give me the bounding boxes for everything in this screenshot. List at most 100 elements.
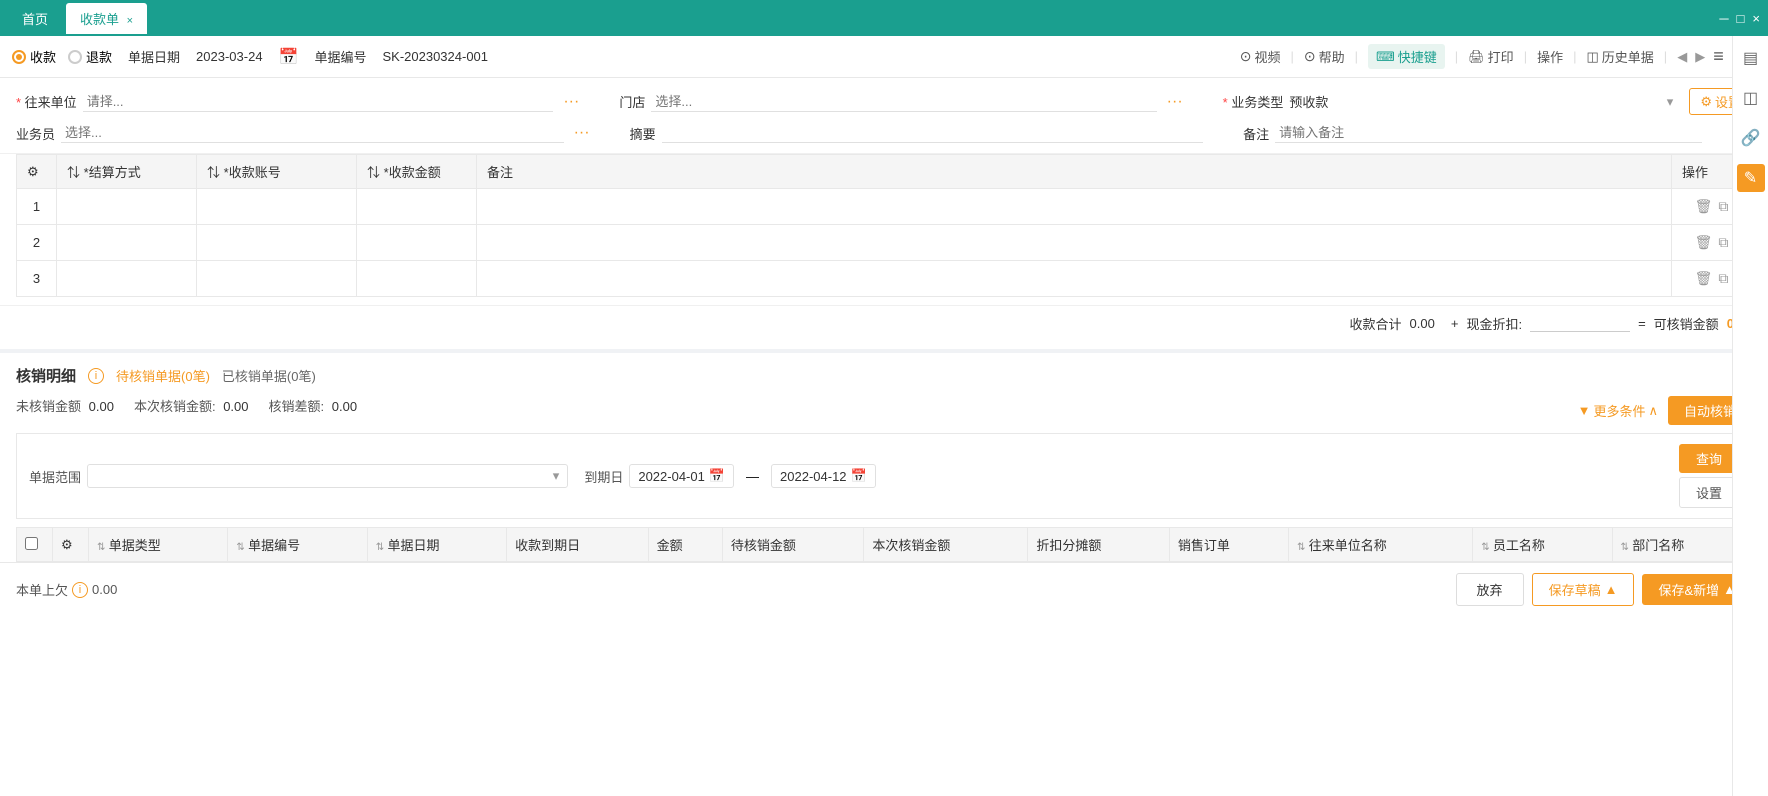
calendar-from-icon[interactable]: 📅 [709, 468, 725, 484]
row-2-account[interactable] [197, 225, 357, 261]
action-ops[interactable]: 操作 [1537, 47, 1563, 66]
row-3-copy-icon[interactable]: ⧉ [1718, 270, 1728, 287]
available-label: 可核销金额 [1654, 314, 1719, 333]
radio-refund-circle [68, 50, 82, 64]
query-button[interactable]: 查询 [1679, 444, 1739, 473]
nav-tab-home[interactable]: 首页 [8, 3, 62, 34]
row-2-delete-icon[interactable]: 🗑 [1695, 234, 1713, 251]
filter-icon: ▼ [1578, 403, 1591, 418]
nav-tab-close-icon[interactable]: × [127, 15, 133, 27]
remark-input[interactable] [1275, 123, 1702, 143]
due-label: 到期日 [584, 467, 623, 486]
action-help[interactable]: ⊙ 帮助 [1304, 47, 1345, 66]
row-1-num: 1 [17, 189, 57, 225]
row-1-remark[interactable] [477, 189, 1672, 225]
row-2-method[interactable] [57, 225, 197, 261]
row-3-account[interactable] [197, 261, 357, 297]
bottom-col-settings-header[interactable]: ⚙ [53, 528, 89, 562]
calendar-icon[interactable]: 📅 [279, 47, 299, 67]
row-3-amount[interactable] [357, 261, 477, 297]
save-draft-chevron-icon[interactable]: ▲ [1605, 582, 1618, 597]
store-input[interactable] [651, 92, 1156, 112]
tab-done[interactable]: 已核销单据(0笔) [222, 366, 316, 385]
date-value: 2023-03-24 [196, 49, 263, 64]
reconcile-info-row: 未核销金额 0.00 本次核销金额: 0.00 核销差额: 0.00 [16, 396, 357, 415]
calendar-to-icon[interactable]: 📅 [851, 468, 867, 484]
row-1-account[interactable] [197, 189, 357, 225]
maximize-icon[interactable]: □ [1737, 11, 1745, 26]
row-1-amount[interactable] [357, 189, 477, 225]
top-nav: 首页 收款单 × ─ □ × [0, 0, 1768, 36]
bottom-col-due-header: 收款到期日 [507, 528, 649, 562]
bottom-col-check-header[interactable] [17, 528, 53, 562]
abandon-button[interactable]: 放弃 [1456, 573, 1524, 606]
window-controls: ─ □ × [1719, 11, 1760, 26]
more-filter-link[interactable]: ▼ 更多条件 ∧ [1578, 401, 1658, 420]
range-select[interactable]: ▾ [87, 464, 568, 488]
row-1-copy-icon[interactable]: ⧉ [1718, 198, 1728, 215]
right-panel-icon-4[interactable]: ✎ [1737, 164, 1765, 192]
settings-gear-icon: ⚙ [1700, 94, 1712, 110]
layout-icon[interactable]: ≡ [1713, 46, 1724, 67]
date-to-input[interactable]: 2022-04-12 📅 [771, 464, 876, 488]
row-2-amount[interactable] [357, 225, 477, 261]
tab-pending[interactable]: 待核销单据(0笔) [116, 366, 210, 385]
staff-more-icon[interactable]: ··· [574, 124, 590, 142]
table-row: 2 🗑 ⧉ [17, 225, 1752, 261]
video-icon: ⊙ [1240, 48, 1252, 65]
number-label: 单据编号 [314, 47, 366, 66]
sort-icon: ⇅ [207, 165, 220, 180]
chevron-up-icon: ∧ [1648, 403, 1658, 419]
biztype-label: 业务类型 [1223, 92, 1284, 111]
radio-receive[interactable]: 收款 [12, 47, 56, 66]
plus-sign: + [1451, 316, 1459, 331]
right-panel-icon-2[interactable]: ◫ [1737, 84, 1765, 112]
biztype-dropdown-icon[interactable]: ▾ [1667, 94, 1674, 110]
row-2-remark[interactable] [477, 225, 1672, 261]
bottom-info: 本单上欠 i 0.00 [16, 580, 117, 599]
row-2-copy-icon[interactable]: ⧉ [1718, 234, 1728, 251]
staff-label: 业务员 [16, 124, 55, 143]
row-1-delete-icon[interactable]: 🗑 [1695, 198, 1713, 215]
filter-settings-button[interactable]: 设置 [1679, 477, 1739, 508]
nav-tab-receipt[interactable]: 收款单 × [66, 3, 147, 34]
radio-refund[interactable]: 退款 [68, 47, 112, 66]
bottom-col-order-header: 销售订单 [1169, 528, 1288, 562]
partner-input[interactable] [83, 92, 554, 112]
row-3-delete-icon[interactable]: 🗑 [1695, 270, 1713, 287]
partner-more-icon[interactable]: ··· [563, 93, 579, 111]
nav-left-icon[interactable]: ◀ [1677, 49, 1687, 65]
bottom-bar: 本单上欠 i 0.00 放弃 保存草稿 ▲ 保存&新增 ▲ [0, 562, 1768, 616]
close-icon[interactable]: × [1752, 11, 1760, 26]
main-content: 收款 退款 单据日期 2023-03-24 📅 单据编号 SK-20230324… [0, 36, 1768, 796]
store-more-icon[interactable]: ··· [1167, 93, 1183, 111]
date-from-input[interactable]: 2022-04-01 📅 [629, 464, 734, 488]
row-3-method[interactable] [57, 261, 197, 297]
summary-field: 摘要 [630, 123, 1204, 143]
staff-input[interactable] [61, 123, 564, 143]
reconcile-info-icon[interactable]: i [88, 368, 104, 384]
store-field: 门店 ··· [619, 92, 1182, 112]
right-panel-icon-1[interactable]: ▤ [1737, 44, 1765, 72]
save-draft-button[interactable]: 保存草稿 ▲ [1532, 573, 1635, 606]
select-all-checkbox[interactable] [25, 537, 38, 550]
bottom-info-icon[interactable]: i [72, 582, 88, 598]
reconcile-header: 核销明细 i 待核销单据(0笔) 已核销单据(0笔) [16, 365, 1752, 386]
row-1-method[interactable] [57, 189, 197, 225]
action-history[interactable]: ◫ 历史单据 [1586, 47, 1653, 66]
table-settings-icon[interactable]: ⚙ [27, 164, 39, 179]
col-settings-header[interactable]: ⚙ [17, 155, 57, 189]
discount-input[interactable] [1530, 316, 1630, 332]
sort-date-icon: ⇅ [376, 542, 384, 553]
minimize-icon[interactable]: ─ [1719, 11, 1728, 26]
row-3-remark[interactable] [477, 261, 1672, 297]
action-shortcut[interactable]: ⌨ 快捷键 [1368, 44, 1445, 69]
right-panel-icon-3[interactable]: 🔗 [1737, 124, 1765, 152]
action-video[interactable]: ⊙ 视频 [1240, 47, 1281, 66]
summary-input[interactable] [662, 123, 1204, 143]
this-amount-value: 0.00 [223, 399, 248, 414]
nav-right-icon[interactable]: ▶ [1695, 49, 1705, 65]
bottom-settings-icon[interactable]: ⚙ [61, 537, 73, 552]
action-print[interactable]: 🖨 打印 [1468, 47, 1514, 66]
receipt-type-radio-group: 收款 退款 [12, 47, 112, 66]
